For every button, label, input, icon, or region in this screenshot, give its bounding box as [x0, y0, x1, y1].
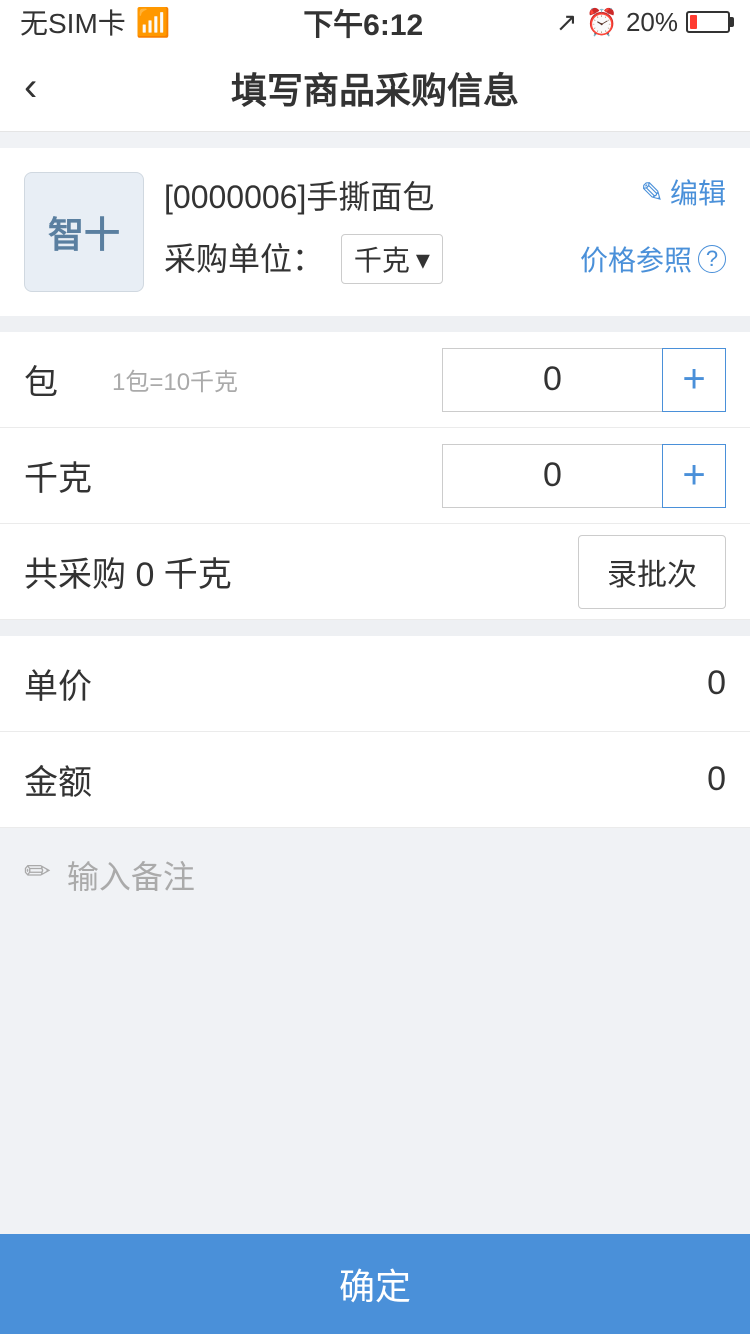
amount-label: 金额 [24, 755, 92, 804]
carrier-label: 无SIM卡 [20, 2, 126, 42]
battery-icon [686, 11, 730, 33]
edit-label: 编辑 [670, 172, 726, 212]
kg-label: 千克 [24, 451, 104, 500]
unit-price-label: 单价 [24, 659, 92, 708]
unit-label: 采购单位： [164, 241, 324, 277]
status-bar: 无SIM卡 📶 下午6:12 ↗ ⏰ 20% [0, 0, 750, 44]
unit-value: 千克 [354, 239, 410, 279]
help-icon: ? [698, 245, 726, 273]
bag-input-control: + [442, 348, 726, 412]
unit-price-row: 单价 0 [0, 636, 750, 732]
unit-row: 采购单位： 千克 ▾ 价格参照 ? [164, 234, 726, 284]
status-time: 下午6:12 [303, 0, 423, 44]
bag-sublabel: 1包=10千克 [112, 362, 238, 397]
price-ref-button[interactable]: 价格参照 ? [580, 239, 726, 279]
section-divider-2 [0, 620, 750, 636]
bag-plus-button[interactable]: + [662, 348, 726, 412]
note-pencil-icon: ✏ [24, 852, 51, 890]
dropdown-icon: ▾ [416, 243, 430, 276]
unit-price-value: 0 [707, 664, 726, 703]
back-button[interactable]: ‹ [24, 65, 37, 110]
kg-input-row: 千克 + [0, 428, 750, 524]
price-section: 单价 0 金额 0 [0, 636, 750, 828]
amount-value: 0 [707, 760, 726, 799]
unit-select[interactable]: 千克 ▾ [341, 234, 443, 284]
batch-button[interactable]: 录批次 [578, 535, 726, 609]
product-name-row: [0000006]手撕面包 ✎ 编辑 [164, 172, 726, 218]
nav-bar: ‹ 填写商品采购信息 [0, 44, 750, 132]
status-right: ↗ ⏰ 20% [556, 7, 730, 38]
price-ref-label: 价格参照 [580, 239, 692, 279]
edit-icon: ✎ [641, 176, 664, 209]
location-icon: ↗ [556, 7, 578, 38]
bag-input-row: 包 1包=10千克 + [0, 332, 750, 428]
section-divider-1 [0, 316, 750, 332]
note-section[interactable]: ✏ 输入备注 [0, 828, 750, 1028]
alarm-icon: ⏰ [586, 7, 618, 38]
thumbnail-text: 智十 [48, 206, 120, 258]
product-thumbnail: 智十 [24, 172, 144, 292]
status-left: 无SIM卡 📶 [20, 2, 171, 42]
unit-label-group: 采购单位： 千克 ▾ [164, 234, 443, 284]
product-card: 智十 [0000006]手撕面包 ✎ 编辑 采购单位： 千克 ▾ 价格参照 ? [0, 148, 750, 316]
product-info: [0000006]手撕面包 ✎ 编辑 采购单位： 千克 ▾ 价格参照 ? [164, 172, 726, 284]
total-label: 共采购 0 千克 [24, 547, 232, 596]
kg-plus-button[interactable]: + [662, 444, 726, 508]
amount-row: 金额 0 [0, 732, 750, 828]
edit-button[interactable]: ✎ 编辑 [641, 172, 726, 212]
kg-input-control: + [442, 444, 726, 508]
input-section: 包 1包=10千克 + 千克 + 共采购 0 千克 录批次 [0, 332, 750, 620]
total-row: 共采购 0 千克 录批次 [0, 524, 750, 620]
bag-input[interactable] [442, 348, 662, 412]
confirm-button[interactable]: 确定 [0, 1234, 750, 1334]
kg-input[interactable] [442, 444, 662, 508]
bag-label: 包 [24, 355, 104, 404]
battery-percent: 20% [626, 7, 678, 38]
page-title: 填写商品采购信息 [231, 62, 519, 114]
product-name: [0000006]手撕面包 [164, 172, 434, 218]
wifi-icon: 📶 [136, 6, 171, 39]
note-placeholder: 输入备注 [67, 852, 195, 898]
